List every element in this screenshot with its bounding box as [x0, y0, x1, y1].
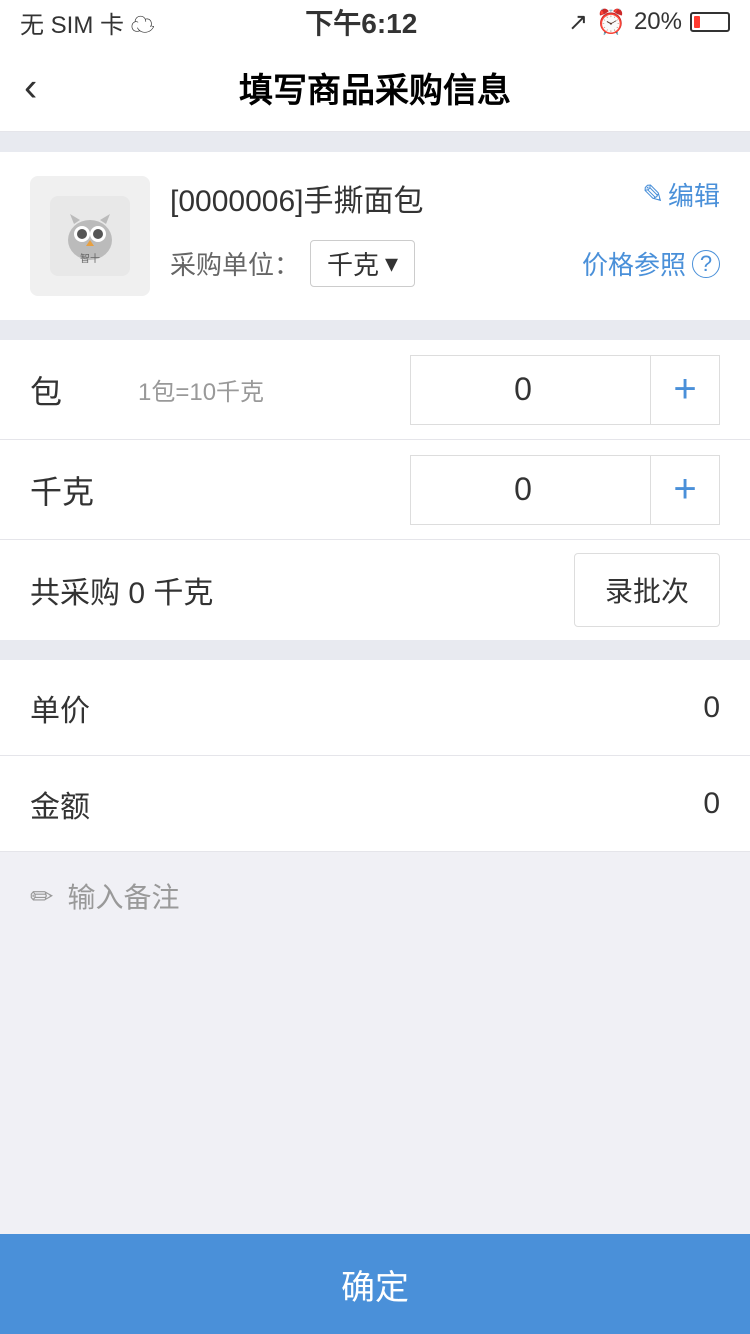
kg-label: 千克	[30, 467, 130, 513]
bag-input-group: +	[410, 355, 720, 425]
price-section: 单价 0 金额 0	[0, 660, 750, 852]
bag-label: 包	[30, 367, 130, 413]
edit-button[interactable]: ✎ 编辑	[642, 176, 720, 213]
status-time: 下午6:12	[305, 2, 417, 42]
product-logo: 智十	[50, 196, 130, 276]
confirm-button[interactable]: 确定	[0, 1234, 750, 1334]
record-batch-button[interactable]: 录批次	[574, 553, 720, 627]
pencil-icon: ✏	[30, 880, 53, 913]
unit-price-label: 单价	[30, 686, 90, 730]
middle-divider-1	[0, 320, 750, 340]
summary-text: 共采购 0 千克	[30, 568, 213, 612]
confirm-label: 确定	[341, 1260, 409, 1309]
middle-divider-2	[0, 640, 750, 660]
bag-quantity-input[interactable]	[410, 355, 650, 425]
bag-plus-button[interactable]: +	[650, 355, 720, 425]
unit-select[interactable]: 千克 ▾	[310, 240, 415, 287]
help-icon: ?	[692, 250, 720, 278]
product-header: [0000006]手撕面包 ✎ 编辑	[170, 176, 720, 220]
remark-section[interactable]: ✏ 输入备注	[0, 852, 750, 940]
remark-input[interactable]: 输入备注	[67, 876, 179, 916]
kg-input-group: +	[410, 455, 720, 525]
chevron-down-icon: ▾	[385, 248, 398, 279]
product-info: [0000006]手撕面包 ✎ 编辑 采购单位： 千克 ▾ 价格参照 ?	[170, 176, 720, 287]
amount-row: 金额 0	[0, 756, 750, 852]
page-title: 填写商品采购信息	[239, 63, 511, 112]
svg-text:智十: 智十	[80, 252, 100, 265]
nav-bar: ‹ 填写商品采购信息	[0, 44, 750, 132]
product-name: [0000006]手撕面包	[170, 176, 423, 220]
kg-plus-button[interactable]: +	[650, 455, 720, 525]
status-right: ↗ ⏰ 20%	[568, 8, 730, 37]
product-unit-row: 采购单位： 千克 ▾ 价格参照 ?	[170, 240, 720, 287]
battery-icon	[690, 12, 730, 32]
unit-price-row: 单价 0	[0, 660, 750, 756]
navigation-icon: ↗	[568, 8, 588, 37]
back-button[interactable]: ‹	[24, 65, 37, 110]
kg-quantity-row: 千克 +	[0, 440, 750, 540]
status-bar: 无 SIM 卡 ☁ 下午6:12 ↗ ⏰ 20%	[0, 0, 750, 44]
amount-label: 金额	[30, 782, 90, 826]
bag-sublabel: 1包=10千克	[138, 372, 264, 407]
product-thumbnail: 智十	[30, 176, 150, 296]
alarm-icon: ⏰	[596, 8, 626, 37]
bag-quantity-row: 包 1包=10千克 +	[0, 340, 750, 440]
kg-quantity-input[interactable]	[410, 455, 650, 525]
quantity-section: 包 1包=10千克 + 千克 +	[0, 340, 750, 540]
summary-row: 共采购 0 千克 录批次	[0, 540, 750, 640]
unit-price-value: 0	[703, 691, 720, 725]
unit-label: 采购单位： 千克 ▾	[170, 240, 415, 287]
product-card: 智十 [0000006]手撕面包 ✎ 编辑 采购单位： 千克 ▾ 价格参照 ?	[0, 152, 750, 320]
battery-percent: 20%	[634, 8, 682, 36]
price-reference-button[interactable]: 价格参照 ?	[582, 245, 720, 282]
top-divider	[0, 132, 750, 152]
content-spacer	[0, 940, 750, 1220]
amount-value: 0	[703, 787, 720, 821]
sim-status: 无 SIM 卡 ☁	[20, 5, 155, 40]
edit-icon: ✎	[642, 179, 664, 210]
status-left: 无 SIM 卡 ☁	[20, 5, 155, 40]
